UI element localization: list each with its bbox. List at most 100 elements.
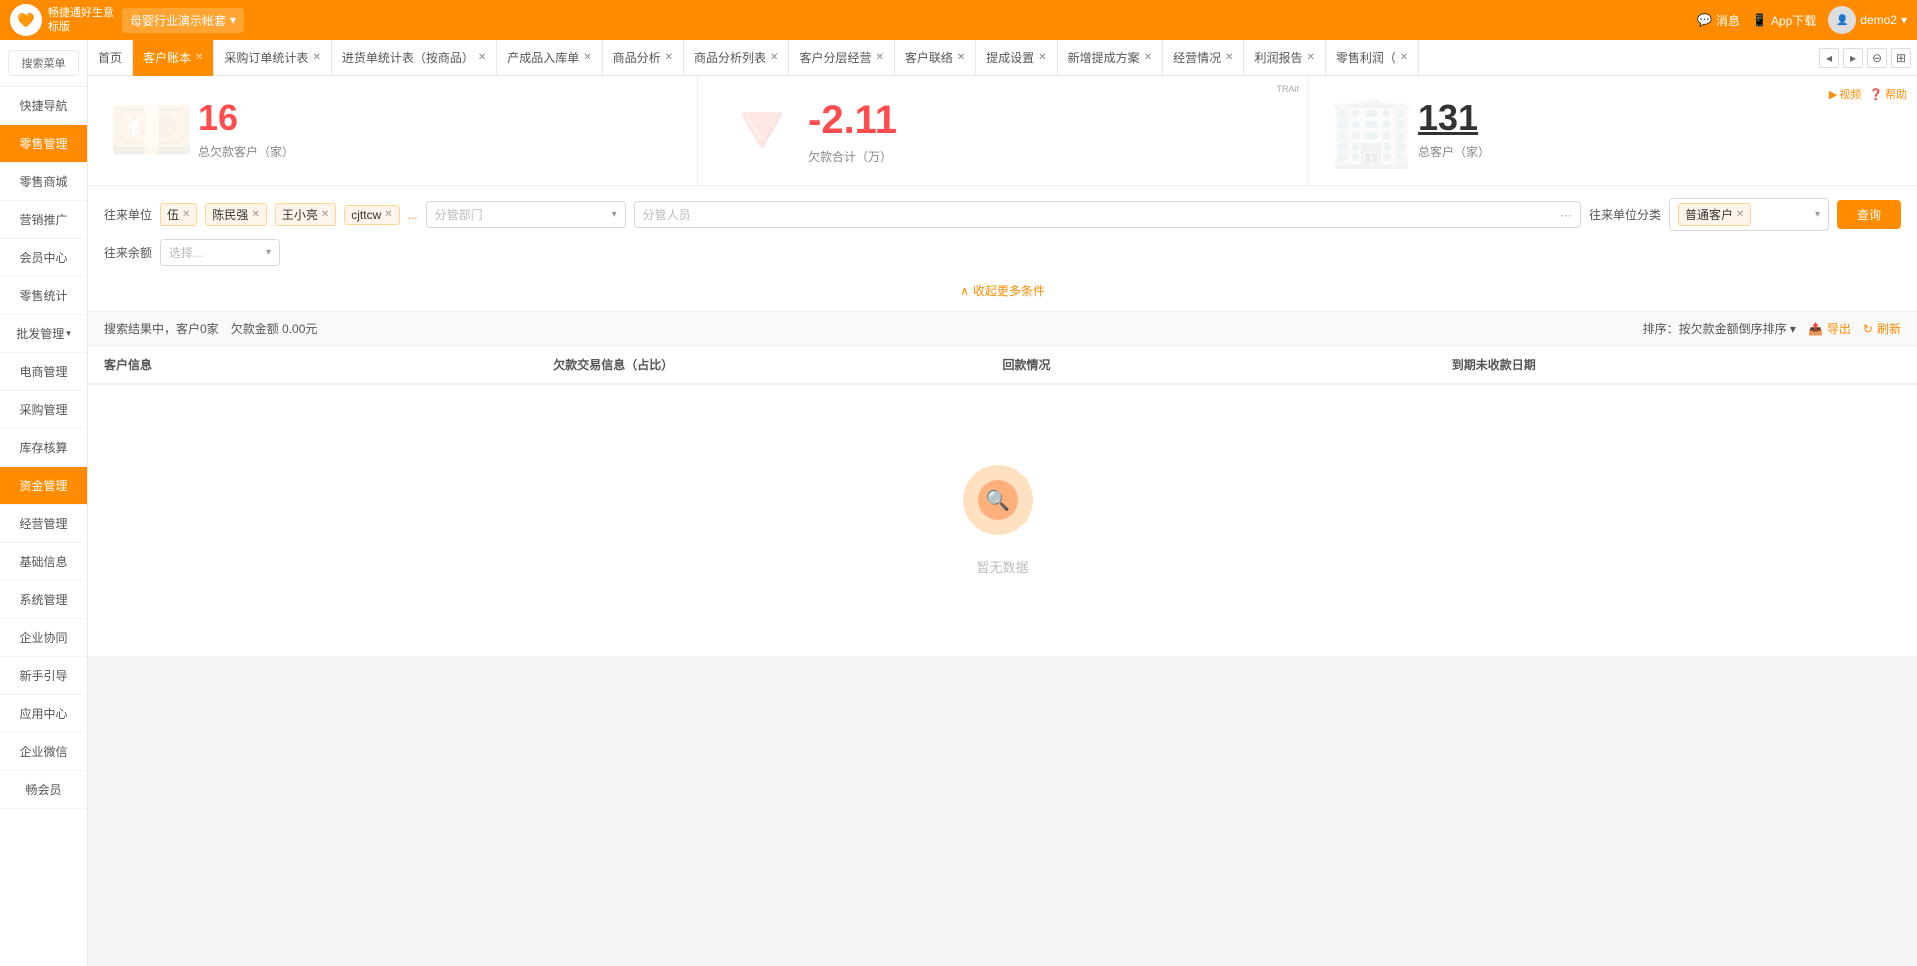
tab-customer-contact[interactable]: 客户联络 ✕ <box>895 40 976 76</box>
tab-controls: ◂ ▸ ⊖ ⊞ <box>1813 48 1917 68</box>
sidebar-item-enterprise-wechat[interactable]: 企业微信 <box>0 733 87 771</box>
tab-close-icon[interactable]: ✕ <box>1307 52 1315 63</box>
tab-close-icon[interactable]: ✕ <box>312 52 320 63</box>
tab-close-icon[interactable]: ✕ <box>1144 52 1152 63</box>
tab-new-add-plan[interactable]: 新增提成方案 ✕ <box>1058 40 1163 76</box>
tab-close-icon[interactable]: ✕ <box>957 52 965 63</box>
help-action[interactable]: ❓ 帮助 <box>1869 86 1907 102</box>
col-due-date: 到期未收款日期 <box>1452 356 1901 373</box>
sidebar-item-basic-info[interactable]: 基础信息 <box>0 543 87 581</box>
remove-tag-0[interactable]: ✕ <box>182 209 190 220</box>
tab-close-icon[interactable]: ✕ <box>1400 52 1408 63</box>
tab-maximize-button[interactable]: ⊞ <box>1891 48 1911 68</box>
tab-close-icon[interactable]: ✕ <box>770 52 778 63</box>
sidebar-item-enterprise-collab[interactable]: 企业协同 <box>0 619 87 657</box>
tab-product-analysis[interactable]: 商品分析 ✕ <box>603 40 684 76</box>
total-customers-label: 总客户（家） <box>1418 143 1490 160</box>
sidebar-item-quick-nav[interactable]: 快捷导航 <box>0 87 87 125</box>
overdue-customers-value: 16 <box>198 96 238 139</box>
from-unit-category-select[interactable]: 普通客户 ✕ ▾ <box>1669 198 1829 231</box>
tab-purchase-stats[interactable]: 采购订单统计表 ✕ <box>214 40 331 76</box>
message-button[interactable]: 💬 消息 <box>1697 12 1740 29</box>
collapse-button[interactable]: ∧ 收起更多条件 <box>960 282 1045 299</box>
empty-icon: 🔍 <box>963 465 1043 545</box>
search-menu-button[interactable]: 搜索菜单 <box>8 50 79 76</box>
remove-tag-3[interactable]: ✕ <box>384 209 392 220</box>
sidebar-item-vip-member[interactable]: 畅会员 <box>0 771 87 809</box>
tab-close-icon[interactable]: ✕ <box>665 52 673 63</box>
remaining-amount-label: 往来余额 <box>104 244 152 261</box>
branch-person-input[interactable]: 分管人员 ··· <box>634 201 1581 228</box>
page-content: 💴 16 总欠款客户（家） 🔻 -2.11 欠款合计（万） TRAit 🏢 13… <box>88 76 1917 966</box>
tab-reminder-settings[interactable]: 提成设置 ✕ <box>976 40 1057 76</box>
filter-more-button[interactable]: ... <box>408 208 418 222</box>
stat-card-total-customers: 🏢 131 总客户（家） ▶ 视频 ❓ 帮助 <box>1308 76 1917 185</box>
tab-cost-purchase[interactable]: 产成品入库单 ✕ <box>497 40 602 76</box>
sidebar-item-retail-stats[interactable]: 零售统计 <box>0 277 87 315</box>
sidebar-item-purchase[interactable]: 采购管理 <box>0 391 87 429</box>
tab-scroll-left-button[interactable]: ◂ <box>1819 48 1839 68</box>
overdue-customers-label: 总欠款客户（家） <box>198 143 294 160</box>
remove-tag-1[interactable]: ✕ <box>251 209 259 220</box>
results-bar: 搜索结果中，客户0家 欠款金额 0.00元 排序：按欠款金额倒序排序 ▾ 📤 导… <box>88 312 1917 346</box>
remaining-amount-select[interactable]: 选择... ▾ <box>160 239 280 266</box>
remove-tag-2[interactable]: ✕ <box>321 209 329 220</box>
sidebar-item-new-guide[interactable]: 新手引导 <box>0 657 87 695</box>
empty-text: 暂无数据 <box>976 557 1028 576</box>
tab-home[interactable]: 首页 <box>88 40 133 76</box>
col-repayment: 回款情况 <box>1003 356 1452 373</box>
filter-row-1: 往来单位 伍 ✕ 陈民强 ✕ 王小亮 ✕ cjttcw <box>104 198 1901 231</box>
sidebar-item-system[interactable]: 系统管理 <box>0 581 87 619</box>
tab-close-icon[interactable]: ✕ <box>478 52 486 63</box>
tab-operations[interactable]: 经营情况 ✕ <box>1163 40 1244 76</box>
sidebar-item-inventory[interactable]: 库存核算 <box>0 429 87 467</box>
sidebar-item-wholesale[interactable]: 批发管理 ▾ <box>0 315 87 353</box>
data-table: 客户信息 欠款交易信息（占比） 回款情况 到期未收款日期 🔍 暂无数据 <box>88 346 1917 656</box>
total-customers-value: 131 <box>1418 96 1478 139</box>
export-button[interactable]: 📤 导出 <box>1808 320 1851 337</box>
company-selector[interactable]: 母婴行业演示帐套 ▾ <box>122 8 244 33</box>
query-button[interactable]: 查询 <box>1837 200 1901 229</box>
tab-close-icon[interactable]: ✕ <box>583 52 591 63</box>
video-action[interactable]: ▶ 视频 <box>1829 86 1861 102</box>
tab-minimize-button[interactable]: ⊖ <box>1867 48 1887 68</box>
col-overdue-info: 欠款交易信息（占比） <box>553 356 1002 373</box>
from-unit-label: 往来单位 <box>104 206 152 223</box>
sidebar-item-retail-mall[interactable]: 零售商城 <box>0 163 87 201</box>
stats-row: 💴 16 总欠款客户（家） 🔻 -2.11 欠款合计（万） TRAit 🏢 13… <box>88 76 1917 186</box>
tab-stock-stats[interactable]: 进货单统计表（按商品） ✕ <box>332 40 497 76</box>
tab-profit-report[interactable]: 利润报告 ✕ <box>1244 40 1325 76</box>
refresh-button[interactable]: ↻ 刷新 <box>1863 320 1901 337</box>
results-bar-left: 搜索结果中，客户0家 欠款金额 0.00元 <box>104 320 317 337</box>
sidebar-item-app-center[interactable]: 应用中心 <box>0 695 87 733</box>
sidebar-item-finance[interactable]: 资金管理 <box>0 467 87 505</box>
tab-close-icon[interactable]: ✕ <box>875 52 883 63</box>
sidebar-item-members[interactable]: 会员中心 <box>0 239 87 277</box>
filter-tag-0: 伍 ✕ <box>160 203 197 226</box>
tab-customer-tier[interactable]: 客户分层经营 ✕ <box>789 40 894 76</box>
tab-scroll-right-button[interactable]: ▸ <box>1843 48 1863 68</box>
export-icon: 📤 <box>1808 322 1823 336</box>
empty-icon-inner: 🔍 <box>978 480 1018 520</box>
stat-card-overdue-amount: 🔻 -2.11 欠款合计（万） TRAit <box>698 76 1308 185</box>
remove-customer-type[interactable]: ✕ <box>1736 209 1744 220</box>
sidebar-item-retail[interactable]: 零售管理 <box>0 125 87 163</box>
tab-close-icon[interactable]: ✕ <box>1225 52 1233 63</box>
sidebar-item-ecommerce[interactable]: 电商管理 <box>0 353 87 391</box>
user-menu[interactable]: 👤 demo2 ▾ <box>1828 6 1907 34</box>
tab-product-analysis-list[interactable]: 商品分析列表 ✕ <box>684 40 789 76</box>
more-icon[interactable]: ··· <box>1560 208 1572 222</box>
tab-close-icon[interactable]: ✕ <box>1038 52 1046 63</box>
top-bar-left: 🧡 畅捷通好生意 标版 母婴行业演示帐套 ▾ <box>10 4 244 36</box>
chevron-up-icon: ∧ <box>960 284 969 298</box>
col-customer-info: 客户信息 <box>104 356 553 373</box>
refresh-icon: ↻ <box>1863 322 1873 336</box>
app-download-button[interactable]: 📱 App下载 <box>1752 12 1816 29</box>
branch-dept-select[interactable]: 分管部门 ▾ <box>426 201 626 228</box>
sidebar-item-marketing[interactable]: 营销推广 <box>0 201 87 239</box>
sidebar-item-operations-mgmt[interactable]: 经营管理 <box>0 505 87 543</box>
tab-accounts[interactable]: 客户账本 ✕ <box>133 40 214 76</box>
tab-retail-profit[interactable]: 零售利润（ ✕ <box>1326 40 1419 76</box>
table-header: 客户信息 欠款交易信息（占比） 回款情况 到期未收款日期 <box>88 346 1917 385</box>
tab-close-icon[interactable]: ✕ <box>195 52 203 63</box>
